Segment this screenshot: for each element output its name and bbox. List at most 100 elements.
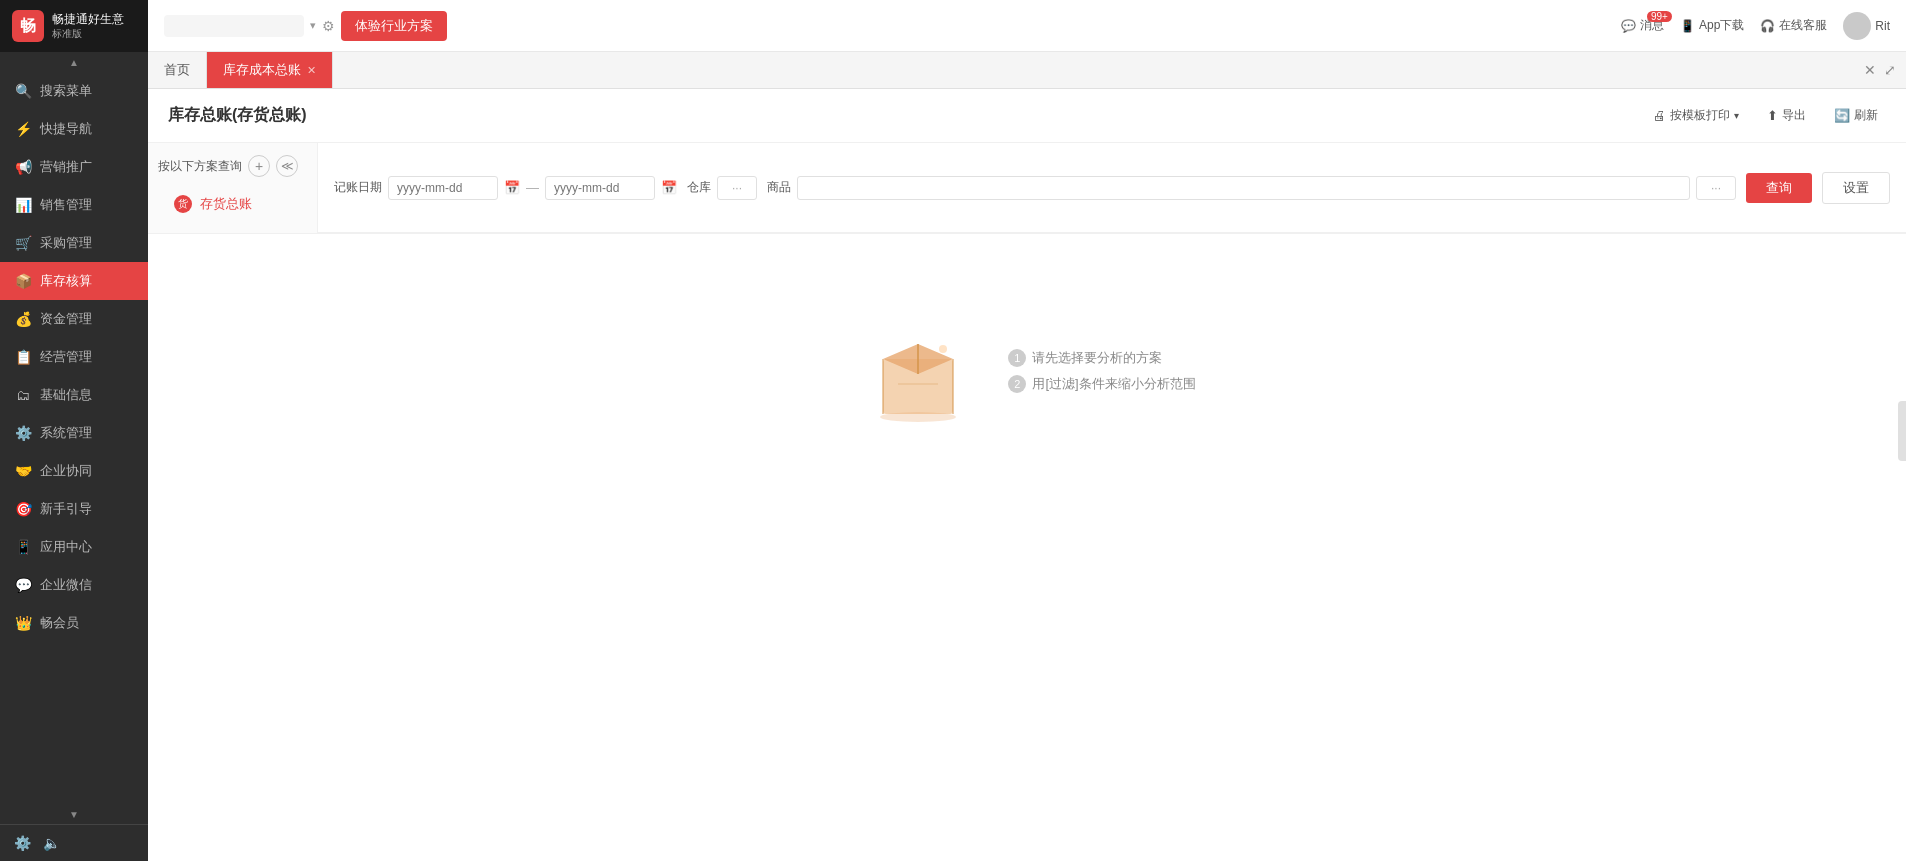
scheme-item-label: 存货总账 — [200, 195, 252, 213]
scroll-up[interactable]: ▲ — [0, 52, 148, 72]
scheme-item-inventory-ledger[interactable]: 货 存货总账 — [158, 187, 307, 221]
sidebar-item-apps-label: 应用中心 — [40, 538, 92, 556]
step-1-num: 1 — [1008, 349, 1026, 367]
content-area: 库存总账(存货总账) 🖨 按模板打印 ▾ ⬆ 导出 🔄 刷新 — [148, 89, 1906, 861]
sidebar-item-sales-label: 销售管理 — [40, 196, 92, 214]
refresh-button[interactable]: 🔄 刷新 — [1826, 103, 1886, 128]
topbar-right: 💬 消息 99+ 📱 App下载 🎧 在线客服 Rit — [1621, 12, 1890, 40]
tab-inventory-cost[interactable]: 库存成本总账 ✕ — [207, 52, 333, 88]
print-chevron-icon: ▾ — [1734, 110, 1739, 121]
refresh-icon: 🔄 — [1834, 108, 1850, 123]
refresh-label: 刷新 — [1854, 107, 1878, 124]
collapse-scheme-button[interactable]: ≪ — [276, 155, 298, 177]
trial-button[interactable]: 体验行业方案 — [341, 11, 447, 41]
operation-icon: 📋 — [14, 349, 32, 365]
date-filter-group: 记账日期 📅 — 📅 — [334, 176, 677, 200]
app-version: 标准版 — [52, 27, 124, 41]
date-start-input[interactable] — [388, 176, 498, 200]
empty-state-content: 1 请先选择要分析的方案 2 用[过滤]条件来缩小分析范围 — [858, 314, 1195, 427]
print-button[interactable]: 🖨 按模板打印 ▾ — [1645, 103, 1747, 128]
print-label: 按模板打印 — [1670, 107, 1730, 124]
side-handle[interactable] — [1898, 401, 1906, 461]
topbar-chevron-icon[interactable]: ▾ — [310, 19, 316, 32]
export-button[interactable]: ⬆ 导出 — [1759, 103, 1814, 128]
settings-button[interactable]: 设置 — [1822, 172, 1890, 204]
sidebar-item-member-label: 畅会员 — [40, 614, 79, 632]
user-avatar-button[interactable]: Rit — [1843, 12, 1890, 40]
topbar-search-box[interactable] — [164, 15, 304, 37]
sidebar-item-system[interactable]: ⚙️ 系统管理 — [0, 414, 148, 452]
sidebar-item-apps[interactable]: 📱 应用中心 — [0, 528, 148, 566]
empty-state-illustration — [858, 314, 978, 427]
wechat-icon: 💬 — [14, 577, 32, 593]
product-more-button[interactable]: ··· — [1696, 176, 1736, 200]
marketing-icon: 📢 — [14, 159, 32, 175]
tabbar: 首页 库存成本总账 ✕ ✕ ⤢ — [148, 52, 1906, 89]
svg-point-5 — [939, 345, 947, 353]
tab-home[interactable]: 首页 — [148, 52, 207, 88]
step-2-num: 2 — [1008, 375, 1026, 393]
app-download-button[interactable]: 📱 App下载 — [1680, 17, 1744, 34]
messages-icon: 💬 — [1621, 19, 1636, 33]
sales-icon: 📊 — [14, 197, 32, 213]
sidebar-item-shortcut-label: 快捷导航 — [40, 120, 92, 138]
sidebar-item-wechat[interactable]: 💬 企业微信 — [0, 566, 148, 604]
scroll-down[interactable]: ▼ — [0, 804, 148, 824]
app-name: 畅捷通好生意 — [52, 11, 124, 28]
sidebar-item-operation[interactable]: 📋 经营管理 — [0, 338, 148, 376]
search-icon: 🔍 — [14, 83, 32, 99]
panel-expand-button[interactable]: ⤢ — [1884, 62, 1896, 78]
sidebar-item-search[interactable]: 🔍 搜索菜单 — [0, 72, 148, 110]
sidebar-item-basic[interactable]: 🗂 基础信息 — [0, 376, 148, 414]
audio-footer-btn[interactable]: 🔈 — [43, 835, 60, 851]
sidebar-footer: ⚙️ 🔈 — [0, 824, 148, 861]
topbar-gear-icon[interactable]: ⚙ — [322, 18, 335, 34]
sidebar-item-finance-label: 资金管理 — [40, 310, 92, 328]
app-download-icon: 📱 — [1680, 19, 1695, 33]
finance-icon: 💰 — [14, 311, 32, 327]
warehouse-more-button[interactable]: ··· — [717, 176, 757, 200]
hint-2: 用[过滤]条件来缩小分析范围 — [1032, 371, 1195, 397]
calendar-end-icon[interactable]: 📅 — [661, 180, 677, 195]
date-label: 记账日期 — [334, 179, 382, 196]
sidebar-item-enterprise[interactable]: 🤝 企业协同 — [0, 452, 148, 490]
page-header-actions: 🖨 按模板打印 ▾ ⬆ 导出 🔄 刷新 — [1645, 103, 1886, 128]
online-service-icon: 🎧 — [1760, 19, 1775, 33]
sidebar-item-guide-label: 新手引导 — [40, 500, 92, 518]
page-header: 库存总账(存货总账) 🖨 按模板打印 ▾ ⬆ 导出 🔄 刷新 — [148, 89, 1906, 143]
query-button[interactable]: 查询 — [1746, 173, 1812, 203]
page-title: 库存总账(存货总账) — [168, 105, 307, 126]
sidebar-item-purchase[interactable]: 🛒 采购管理 — [0, 224, 148, 262]
date-dash: — — [526, 180, 539, 195]
date-end-input[interactable] — [545, 176, 655, 200]
topbar-search-input[interactable] — [174, 19, 254, 33]
purchase-icon: 🛒 — [14, 235, 32, 251]
panel-close-button[interactable]: ✕ — [1864, 62, 1876, 78]
main-area: ▾ ⚙ 体验行业方案 💬 消息 99+ 📱 App下载 🎧 在线客服 Rit — [148, 0, 1906, 861]
logo-icon: 畅 — [12, 10, 44, 42]
sidebar-item-finance[interactable]: 💰 资金管理 — [0, 300, 148, 338]
messages-button[interactable]: 💬 消息 99+ — [1621, 17, 1664, 34]
sidebar-item-marketing[interactable]: 📢 营销推广 — [0, 148, 148, 186]
sidebar: 畅 畅捷通好生意 标准版 ▲ 🔍 搜索菜单 ⚡ 快捷导航 📢 营销推广 📊 销售… — [0, 0, 148, 861]
print-icon: 🖨 — [1653, 108, 1666, 123]
product-input[interactable] — [797, 176, 1690, 200]
tab-home-label: 首页 — [164, 61, 190, 79]
sidebar-item-sales[interactable]: 📊 销售管理 — [0, 186, 148, 224]
calendar-start-icon[interactable]: 📅 — [504, 180, 520, 195]
warehouse-label: 仓库 — [687, 179, 711, 196]
guide-icon: 🎯 — [14, 501, 32, 517]
settings-footer-btn[interactable]: ⚙️ — [14, 835, 31, 851]
tab-close-icon[interactable]: ✕ — [307, 64, 316, 77]
sidebar-item-shortcut[interactable]: ⚡ 快捷导航 — [0, 110, 148, 148]
product-filter-group: 商品 ··· — [767, 176, 1736, 200]
sidebar-item-member[interactable]: 👑 畅会员 — [0, 604, 148, 642]
filter-scheme-label: 按以下方案查询 — [158, 158, 242, 175]
online-service-button[interactable]: 🎧 在线客服 — [1760, 17, 1827, 34]
user-name: Rit — [1875, 19, 1890, 33]
hint-1: 请先选择要分析的方案 — [1032, 345, 1162, 371]
sidebar-item-guide[interactable]: 🎯 新手引导 — [0, 490, 148, 528]
sidebar-item-system-label: 系统管理 — [40, 424, 92, 442]
add-scheme-button[interactable]: + — [248, 155, 270, 177]
sidebar-item-inventory[interactable]: 📦 库存核算 — [0, 262, 148, 300]
